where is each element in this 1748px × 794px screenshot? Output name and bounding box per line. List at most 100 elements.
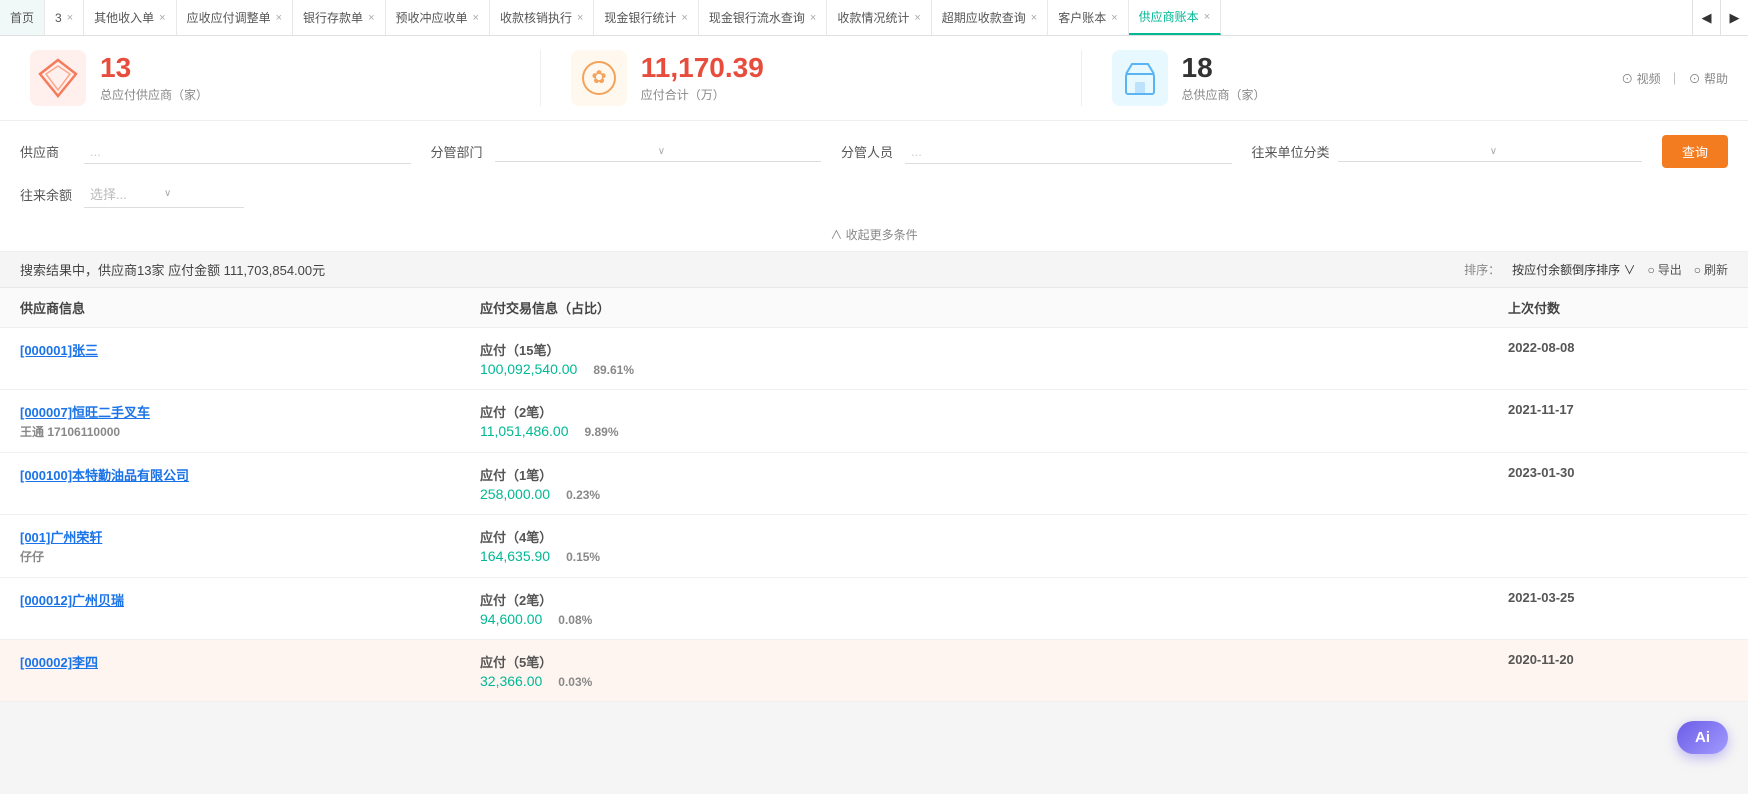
stat-text-payable-total: 11,170.39 应付合计（万） <box>641 53 764 103</box>
supplier-link[interactable]: [000001]张三 <box>20 343 98 358</box>
nav-item-ar-ap-adjust[interactable]: 应收应付调整单 × <box>177 0 293 35</box>
last-payment-date: 2023-01-30 <box>1508 465 1575 480</box>
result-bar: 搜索结果中，供应商13家 应付金额 111,703,854.00元 排序： 按应… <box>0 252 1748 288</box>
transaction-cell: 应付（2笔） 11,051,486.00 9.89% <box>480 402 1508 439</box>
stat-number-total: 11,170.39 <box>641 53 764 84</box>
help-links: ⊙ 视频 ｜ ⊙ 帮助 <box>1621 70 1728 87</box>
close-icon[interactable]: × <box>577 12 583 24</box>
close-icon[interactable]: × <box>67 12 73 24</box>
export-icon: ○ <box>1647 263 1654 277</box>
refresh-button[interactable]: ○ 刷新 <box>1694 261 1728 278</box>
nav-item-bank-deposit[interactable]: 银行存款单 × <box>293 0 385 35</box>
transaction-pct: 89.61% <box>593 363 634 377</box>
transaction-label: 应付（2笔） <box>480 590 1508 609</box>
supplier-link[interactable]: [000002]李四 <box>20 655 98 670</box>
close-icon[interactable]: × <box>914 12 920 24</box>
nav-item-supplier-ledger[interactable]: 供应商账本 × <box>1129 0 1221 35</box>
nav-item-home[interactable]: 首页 <box>0 0 45 35</box>
export-button[interactable]: ○ 导出 <box>1647 261 1681 278</box>
last-payment-date: 2021-11-17 <box>1508 402 1574 417</box>
nav-arrow-left[interactable]: ◀ <box>1692 0 1720 35</box>
supplier-name: [000100]本特勤油品有限公司 <box>20 465 480 484</box>
stat-label-suppliers: 总供应商（家） <box>1182 86 1266 103</box>
chevron-down-icon: ∨ <box>1490 146 1636 157</box>
stat-number-suppliers: 18 <box>1182 53 1266 84</box>
close-icon[interactable]: × <box>681 12 687 24</box>
collapse-button[interactable]: ∧ 收起更多条件 <box>20 220 1728 251</box>
search-row-2: 往来余额 选择... ∨ <box>20 180 1728 208</box>
supplier-name: [000012]广州贝瑞 <box>20 590 480 609</box>
category-select[interactable]: ∨ <box>1338 142 1642 162</box>
col-header-last-payment: 上次付数 <box>1508 298 1728 317</box>
supplier-label: 供应商 <box>20 142 76 161</box>
nav-item-tab3[interactable]: 3 × <box>45 0 84 35</box>
transaction-label: 应付（1笔） <box>480 465 1508 484</box>
supplier-link[interactable]: [000100]本特勤油品有限公司 <box>20 468 189 483</box>
transaction-amount: 164,635.90 <box>480 548 550 564</box>
table-row: [001]广州荣轩 仔仔 应付（4笔） 164,635.90 0.15% <box>0 515 1748 578</box>
last-payment-date: 2022-08-08 <box>1508 340 1575 355</box>
close-icon[interactable]: × <box>276 12 282 24</box>
nav-item-other-income[interactable]: 其他收入单 × <box>84 0 176 35</box>
transaction-label: 应付（2笔） <box>480 402 1508 421</box>
close-icon[interactable]: × <box>473 12 479 24</box>
supplier-info-cell: [000100]本特勤油品有限公司 <box>20 465 480 484</box>
stat-label-payable: 总应付供应商（家） <box>100 86 208 103</box>
ai-button[interactable]: Ai <box>1677 721 1728 754</box>
last-payment-cell: 2022-08-08 <box>1508 340 1728 355</box>
close-icon[interactable]: × <box>1111 12 1117 24</box>
nav-item-receipt-stat[interactable]: 收款情况统计 × <box>827 0 931 35</box>
nav-item-customer-ledger[interactable]: 客户账本 × <box>1048 0 1128 35</box>
close-icon[interactable]: × <box>1031 12 1037 24</box>
transaction-pct: 0.23% <box>566 488 600 502</box>
dept-field: 分管部门 ∨ <box>431 142 822 162</box>
transaction-cell: 应付（4笔） 164,635.90 0.15% <box>480 527 1508 564</box>
sort-value[interactable]: 按应付余额倒序排序 ∨ <box>1512 261 1635 278</box>
dept-select[interactable]: ∨ <box>495 142 822 162</box>
balance-select[interactable]: 选择... ∨ <box>84 180 244 208</box>
balance-label: 往来余额 <box>20 185 76 204</box>
chevron-down-icon: ∨ <box>164 188 238 199</box>
shop-icon <box>1112 50 1168 106</box>
last-payment-date: 2021-03-25 <box>1508 590 1575 605</box>
last-payment-cell: 2021-11-17 <box>1508 402 1728 417</box>
supplier-link[interactable]: [001]广州荣轩 <box>20 530 102 545</box>
result-actions: 排序： 按应付余额倒序排序 ∨ ○ 导出 ○ 刷新 <box>1464 261 1728 278</box>
stat-text-total-suppliers: 18 总供应商（家） <box>1182 53 1266 103</box>
nav-item-receipt-exec[interactable]: 收款核销执行 × <box>490 0 594 35</box>
video-link[interactable]: ⊙ 视频 <box>1621 70 1660 87</box>
supplier-input[interactable] <box>84 140 411 164</box>
table-body: [000001]张三 应付（15笔） 100,092,540.00 89.61%… <box>0 328 1748 702</box>
sort-label: 排序： <box>1464 261 1500 278</box>
nav-item-cash-bank-stat[interactable]: 现金银行统计 × <box>594 0 698 35</box>
close-icon[interactable]: × <box>1204 11 1210 23</box>
stat-block-payable-total: ✿ 11,170.39 应付合计（万） <box>541 50 1082 106</box>
balance-field: 往来余额 选择... ∨ <box>20 180 280 208</box>
help-link[interactable]: ⊙ 帮助 <box>1689 70 1728 87</box>
supplier-contact: 仔仔 <box>20 548 480 565</box>
close-icon[interactable]: × <box>368 12 374 24</box>
supplier-field: 供应商 <box>20 140 411 164</box>
person-input[interactable] <box>905 140 1232 164</box>
supplier-link[interactable]: [000007]恒旺二手叉车 <box>20 405 150 420</box>
supplier-info-cell: [001]广州荣轩 仔仔 <box>20 527 480 565</box>
table-row: [000007]恒旺二手叉车 王通 17106110000 应付（2笔） 11,… <box>0 390 1748 453</box>
dept-label: 分管部门 <box>431 142 487 161</box>
chevron-down-icon: ∨ <box>658 146 815 157</box>
nav-arrow-right[interactable]: ▶ <box>1720 0 1748 35</box>
supplier-link[interactable]: [000012]广州贝瑞 <box>20 593 124 608</box>
supplier-info-cell: [000012]广州贝瑞 <box>20 590 480 609</box>
transaction-amount: 258,000.00 <box>480 486 550 502</box>
stats-bar: 13 总应付供应商（家） ✿ 11,170.39 应付合计（万） 18 总 <box>0 36 1748 121</box>
nav-item-cash-flow[interactable]: 现金银行流水查询 × <box>699 0 827 35</box>
diamond-icon <box>30 50 86 106</box>
last-payment-cell: 2020-11-20 <box>1508 652 1728 667</box>
close-icon[interactable]: × <box>159 12 165 24</box>
search-area: 供应商 分管部门 ∨ 分管人员 往来单位分类 ∨ 查询 往来余额 选择 <box>0 121 1748 252</box>
person-label: 分管人员 <box>841 142 897 161</box>
stat-number-payable: 13 <box>100 53 208 84</box>
close-icon[interactable]: × <box>810 12 816 24</box>
nav-item-overdue-ar[interactable]: 超期应收款查询 × <box>932 0 1048 35</box>
query-button[interactable]: 查询 <box>1662 135 1728 168</box>
nav-item-prepaid-ar[interactable]: 预收冲应收单 × <box>386 0 490 35</box>
